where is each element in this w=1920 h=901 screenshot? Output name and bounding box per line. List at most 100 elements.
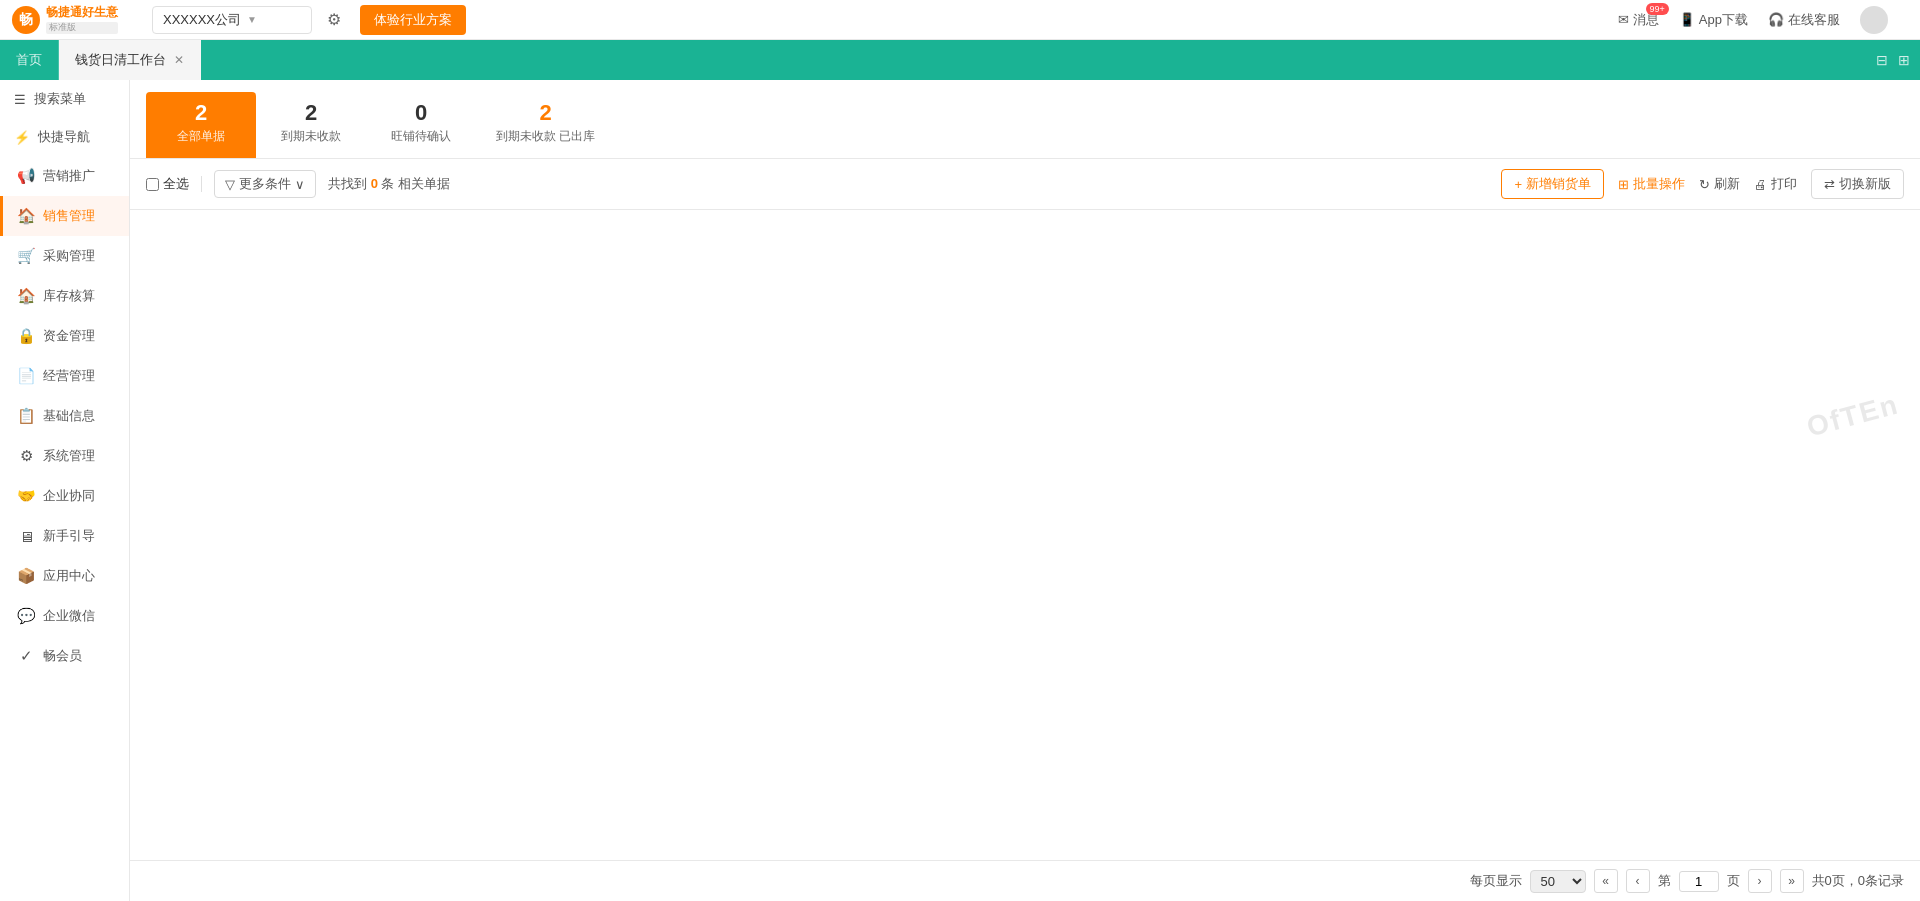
tab-minimize-button[interactable]: ⊟ [1876,52,1888,68]
purchase-label: 采购管理 [43,247,95,265]
finance-label: 资金管理 [43,327,95,345]
page-number-input[interactable] [1679,871,1719,892]
stat-all-num: 2 [166,100,236,126]
stat-tab-overdue[interactable]: 2 到期未收款 [256,92,366,158]
filter-dropdown-icon: ∨ [295,177,305,192]
tab-workbench-close[interactable]: ✕ [174,53,184,67]
trial-button[interactable]: 体验行业方案 [360,5,466,35]
stat-overdue-num: 2 [276,100,346,126]
found-prefix: 共找到 [328,176,367,191]
cooperation-label: 企业协同 [43,487,95,505]
basic-label: 基础信息 [43,407,95,425]
logo-badge: 标准版 [46,22,118,34]
switch-version-button[interactable]: ⇄ 切换新版 [1811,169,1904,199]
filter-button[interactable]: ▽ 更多条件 ∨ [214,170,316,198]
tab-workbench[interactable]: 钱货日清工作台 ✕ [59,40,201,80]
inventory-icon: 🏠 [17,287,35,305]
tab-bar-actions: ⊟ ⊞ [1876,40,1920,80]
sidebar-item-system[interactable]: ⚙ 系统管理 [0,436,129,476]
pagination: 每页显示 50 100 200 « ‹ 第 页 › » 共0页，0条记录 [130,860,1920,901]
tab-home[interactable]: 首页 [0,40,59,80]
sidebar-item-inventory[interactable]: 🏠 库存核算 [0,276,129,316]
tab-bar: 首页 钱货日清工作台 ✕ ⊟ ⊞ [0,40,1920,80]
appstore-icon: 📦 [17,567,35,585]
sidebar-search-item[interactable]: ☰ 搜索菜单 [0,80,129,118]
select-all-checkbox[interactable]: 全选 [146,175,189,193]
main-layout: ☰ 搜索菜单 ⚡ 快捷导航 📢 营销推广 🏠 销售管理 🛒 采购管理 🏠 库存核… [0,80,1920,901]
toolbar: 全选 ▽ 更多条件 ∨ 共找到 0 条 相关单据 + 新增销货单 ⊞ [130,159,1920,210]
logo-area: 畅 畅捷通好生意 标准版 [12,5,142,33]
stat-all-label: 全部单据 [166,128,236,145]
batch-label: 批量操作 [1633,175,1685,193]
found-text: 共找到 0 条 相关单据 [328,175,450,193]
stat-overdue-out-label: 到期未收款 已出库 [496,128,595,145]
found-suffix: 条 相关单据 [381,176,450,191]
sidebar-item-cooperation[interactable]: 🤝 企业协同 [0,476,129,516]
toolbar-right: + 新增销货单 ⊞ 批量操作 ↻ 刷新 🖨 打印 ⇄ 切换新版 [1501,169,1904,199]
per-page-select[interactable]: 50 100 200 [1530,870,1586,893]
tab-maximize-button[interactable]: ⊞ [1898,52,1910,68]
logo-icon: 畅 [12,6,40,34]
sidebar-item-sales[interactable]: 🏠 销售管理 [0,196,129,236]
add-btn-label: 新增销货单 [1526,175,1591,193]
wechat-label: 企业微信 [43,607,95,625]
sidebar-item-quicknav[interactable]: ⚡ 快捷导航 [0,118,129,156]
stat-tab-all[interactable]: 2 全部单据 [146,92,256,158]
sidebar-item-basic[interactable]: 📋 基础信息 [0,396,129,436]
sidebar-item-guide[interactable]: 🖥 新手引导 [0,516,129,556]
finance-icon: 🔒 [17,327,35,345]
add-sales-order-button[interactable]: + 新增销货单 [1501,169,1604,199]
operations-label: 经营管理 [43,367,95,385]
sidebar-item-finance[interactable]: 🔒 资金管理 [0,316,129,356]
sidebar-item-marketing[interactable]: 📢 营销推广 [0,156,129,196]
company-selector[interactable]: XXXXXX公司 ▼ [152,6,312,34]
member-label: 畅会员 [43,647,82,665]
app-download-button[interactable]: 📱 App下载 [1679,11,1748,29]
select-all-input[interactable] [146,178,159,191]
sales-label: 销售管理 [43,207,95,225]
user-avatar[interactable] [1860,6,1888,34]
operations-icon: 📄 [17,367,35,385]
print-button[interactable]: 🖨 打印 [1754,175,1797,193]
print-icon: 🖨 [1754,177,1767,192]
member-icon: ✓ [17,647,35,665]
message-badge: 99+ [1646,3,1669,15]
stat-overdue-out-num: 2 [496,100,595,126]
sidebar-item-appstore[interactable]: 📦 应用中心 [0,556,129,596]
quicknav-icon: ⚡ [14,130,30,145]
batch-operation-button[interactable]: ⊞ 批量操作 [1618,175,1685,193]
stat-tab-wangwang[interactable]: 0 旺铺待确认 [366,92,476,158]
stat-tab-overdue-out[interactable]: 2 到期未收款 已出库 [476,92,615,158]
appstore-label: 应用中心 [43,567,95,585]
first-page-button[interactable]: « [1594,869,1618,893]
total-records: 共0页，0条记录 [1812,872,1904,890]
refresh-button[interactable]: ↻ 刷新 [1699,175,1740,193]
app-download-icon: 📱 [1679,12,1695,27]
search-icon: ☰ [14,92,26,107]
switch-icon: ⇄ [1824,177,1835,192]
service-label: 在线客服 [1788,11,1840,29]
page-suffix: 页 [1727,872,1740,890]
cooperation-icon: 🤝 [17,487,35,505]
logo-app-name: 畅捷通好生意 [46,5,118,21]
settings-button[interactable]: ⚙ [320,6,348,34]
sidebar-item-wechat[interactable]: 💬 企业微信 [0,596,129,636]
filter-icon: ▽ [225,177,235,192]
next-page-button[interactable]: › [1748,869,1772,893]
refresh-label: 刷新 [1714,175,1740,193]
sidebar-item-operations[interactable]: 📄 经营管理 [0,356,129,396]
tab-home-label: 首页 [16,51,42,69]
stats-tabs: 2 全部单据 2 到期未收款 0 旺铺待确认 2 到期未收款 已出库 [130,80,1920,159]
page-prefix: 第 [1658,872,1671,890]
sidebar-item-member[interactable]: ✓ 畅会员 [0,636,129,676]
message-button[interactable]: ✉ 消息 99+ [1618,11,1659,29]
last-page-button[interactable]: » [1780,869,1804,893]
marketing-icon: 📢 [17,167,35,185]
prev-page-button[interactable]: ‹ [1626,869,1650,893]
sidebar-item-purchase[interactable]: 🛒 采购管理 [0,236,129,276]
select-all-label: 全选 [163,175,189,193]
sidebar-search-label: 搜索菜单 [34,90,86,108]
online-service-button[interactable]: 🎧 在线客服 [1768,11,1840,29]
inventory-label: 库存核算 [43,287,95,305]
found-num: 0 [371,176,378,191]
